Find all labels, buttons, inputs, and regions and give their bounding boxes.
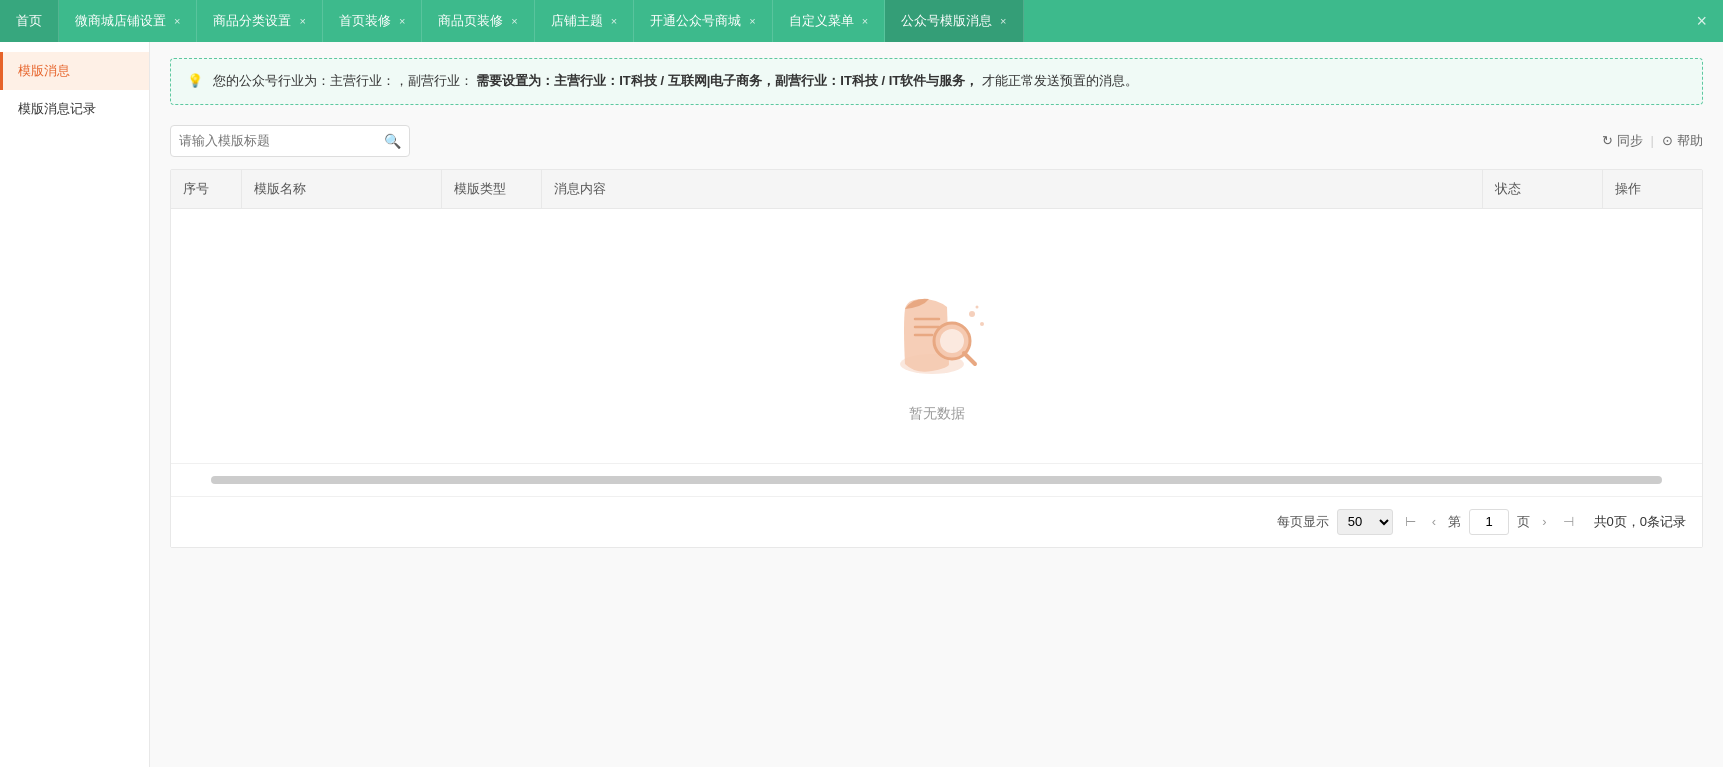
col-header-type: 模版类型 [441, 170, 541, 209]
table-header-row: 序号 模版名称 模版类型 消息内容 状态 操作 [171, 170, 1702, 209]
tab-custom-menu-close[interactable]: × [862, 15, 868, 27]
empty-state: 暂无数据 [171, 209, 1702, 463]
tab-template-msg-label: 公众号模版消息 [901, 12, 992, 30]
top-nav: 首页 微商城店铺设置 × 商品分类设置 × 首页装修 × 商品页装修 × 店铺主… [0, 0, 1723, 42]
search-bar: 🔍 ↻ 同步 | ⊙ 帮助 [170, 125, 1703, 157]
main-layout: 模版消息 模版消息记录 💡 您的公众号行业为：主营行业：，副营行业： 需要设置为… [0, 42, 1723, 767]
tab-store-theme[interactable]: 店铺主题 × [535, 0, 634, 42]
page-input[interactable] [1469, 509, 1509, 535]
tab-wsc-store[interactable]: 微商城店铺设置 × [59, 0, 197, 42]
search-icon[interactable]: 🔍 [384, 133, 401, 149]
col-header-content: 消息内容 [541, 170, 1482, 209]
tab-product-category[interactable]: 商品分类设置 × [197, 0, 322, 42]
tab-product-category-close[interactable]: × [299, 15, 305, 27]
svg-point-9 [975, 305, 978, 308]
sync-button[interactable]: ↻ 同步 [1602, 132, 1643, 150]
svg-point-7 [969, 311, 975, 317]
tab-custom-menu-label: 自定义菜单 [789, 12, 854, 30]
help-button[interactable]: ⊙ 帮助 [1662, 132, 1703, 150]
tab-product-deco[interactable]: 商品页装修 × [422, 0, 534, 42]
page-suffix: 页 [1517, 513, 1530, 531]
sidebar-item-template-msg[interactable]: 模版消息 [0, 52, 149, 90]
empty-illustration [877, 269, 997, 389]
tab-home-deco[interactable]: 首页装修 × [323, 0, 422, 42]
col-header-action: 操作 [1602, 170, 1702, 209]
close-all-button[interactable]: × [1680, 11, 1723, 32]
tab-store-theme-label: 店铺主题 [551, 12, 603, 30]
tab-home-deco-label: 首页装修 [339, 12, 391, 30]
tab-home[interactable]: 首页 [0, 0, 59, 42]
notice-box: 💡 您的公众号行业为：主营行业：，副营行业： 需要设置为：主营行业：IT科技 /… [170, 58, 1703, 105]
notice-highlight: 需要设置为：主营行业：IT科技 / 互联网|电子商务，副营行业：IT科技 / I… [476, 73, 978, 88]
svg-point-8 [980, 322, 984, 326]
tab-product-deco-close[interactable]: × [511, 15, 517, 27]
notice-prefix: 您的公众号行业为：主营行业：，副营行业： [213, 73, 473, 88]
sync-icon: ↻ [1602, 133, 1613, 148]
divider: | [1651, 133, 1654, 148]
tab-template-msg-close[interactable]: × [1000, 15, 1006, 27]
data-table: 序号 模版名称 模版类型 消息内容 状态 操作 [171, 170, 1702, 464]
col-header-name: 模版名称 [241, 170, 441, 209]
col-header-status: 状态 [1482, 170, 1602, 209]
search-actions: ↻ 同步 | ⊙ 帮助 [1602, 132, 1703, 150]
notice-suffix: 才能正常发送预置的消息。 [982, 73, 1138, 88]
sidebar: 模版消息 模版消息记录 [0, 42, 150, 767]
tab-template-msg[interactable]: 公众号模版消息 × [885, 0, 1023, 42]
page-label: 第 [1448, 513, 1461, 531]
tab-open-mall-label: 开通公众号商城 [650, 12, 741, 30]
pagination: 每页显示 50 10 20 100 ⊢ ‹ 第 页 › ⊣ 共0页，0条记录 [171, 496, 1702, 547]
svg-point-5 [940, 329, 964, 353]
tab-wsc-store-label: 微商城店铺设置 [75, 12, 166, 30]
help-label: 帮助 [1677, 132, 1703, 150]
tab-home-deco-close[interactable]: × [399, 15, 405, 27]
sidebar-item-template-msg-record-label: 模版消息记录 [18, 101, 96, 116]
table-body: 暂无数据 [171, 208, 1702, 463]
tab-product-deco-label: 商品页装修 [438, 12, 503, 30]
page-size-select[interactable]: 50 10 20 100 [1337, 509, 1393, 535]
sync-label: 同步 [1617, 132, 1643, 150]
tab-home-label: 首页 [16, 12, 42, 30]
help-icon: ⊙ [1662, 133, 1673, 148]
sidebar-item-template-msg-record[interactable]: 模版消息记录 [0, 90, 149, 128]
scrollbar-track[interactable] [211, 476, 1662, 484]
tab-store-theme-close[interactable]: × [611, 15, 617, 27]
scrollbar-area[interactable] [171, 464, 1702, 496]
tab-open-mall[interactable]: 开通公众号商城 × [634, 0, 772, 42]
page-total: 共0页，0条记录 [1594, 513, 1686, 531]
svg-line-6 [964, 353, 975, 364]
col-header-index: 序号 [171, 170, 241, 209]
empty-row: 暂无数据 [171, 208, 1702, 463]
tab-product-category-label: 商品分类设置 [213, 12, 291, 30]
prev-page-btn[interactable]: ‹ [1428, 512, 1440, 531]
page-size-label: 每页显示 [1277, 513, 1329, 531]
content-area: 💡 您的公众号行业为：主营行业：，副营行业： 需要设置为：主营行业：IT科技 /… [150, 42, 1723, 767]
tab-custom-menu[interactable]: 自定义菜单 × [773, 0, 885, 42]
search-input-wrap[interactable]: 🔍 [170, 125, 410, 157]
first-page-btn[interactable]: ⊢ [1401, 512, 1420, 531]
last-page-btn[interactable]: ⊣ [1559, 512, 1578, 531]
tab-wsc-store-close[interactable]: × [174, 15, 180, 27]
bulb-icon: 💡 [187, 73, 203, 88]
tab-open-mall-close[interactable]: × [749, 15, 755, 27]
sidebar-item-template-msg-label: 模版消息 [18, 63, 70, 78]
empty-text: 暂无数据 [909, 405, 965, 423]
table-container: 序号 模版名称 模版类型 消息内容 状态 操作 [170, 169, 1703, 548]
next-page-btn[interactable]: › [1538, 512, 1550, 531]
search-input[interactable] [179, 133, 380, 148]
